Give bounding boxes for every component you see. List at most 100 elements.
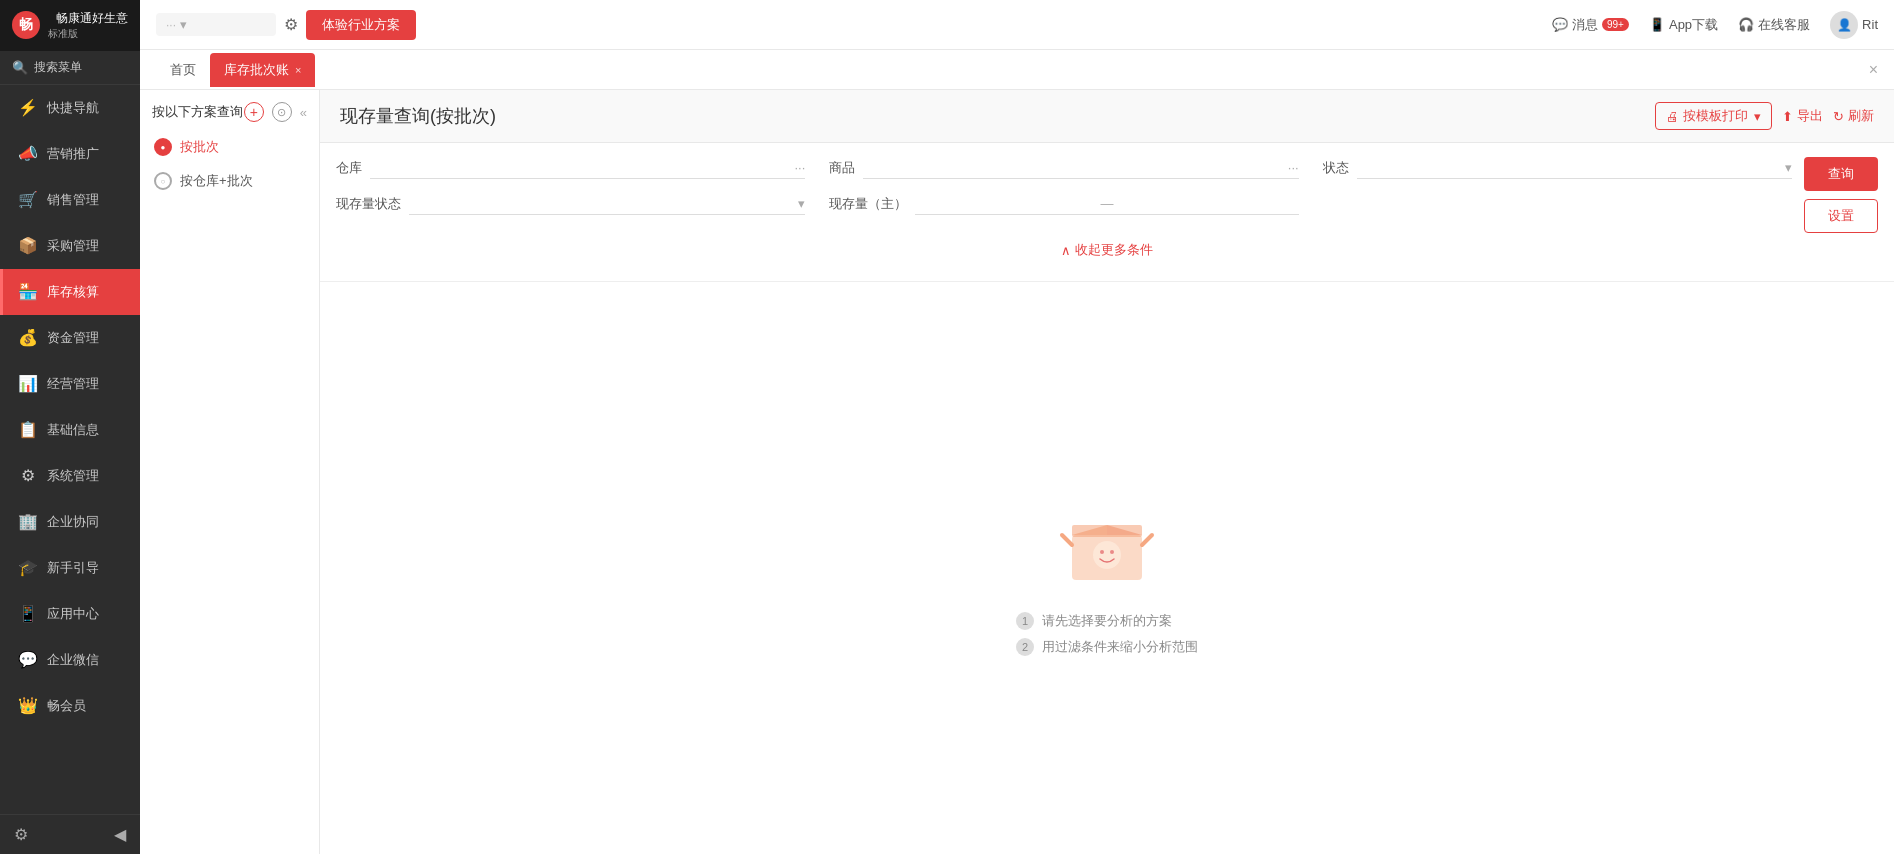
status-dropdown[interactable]: ▾ (1357, 157, 1792, 179)
sidebar-item-apps[interactable]: 📱 应用中心 (0, 591, 140, 637)
tab-home[interactable]: 首页 (156, 53, 210, 87)
sidebar-item-sales[interactable]: 🛒 销售管理 (0, 177, 140, 223)
quantity-from-input[interactable] (915, 196, 1094, 211)
sidebar-settings-btn[interactable]: ⚙ (14, 825, 28, 844)
sidebar-item-basics[interactable]: 📋 基础信息 (0, 407, 140, 453)
warehouse-input[interactable] (370, 160, 794, 175)
sidebar-item-quick-nav[interactable]: ⚡ 快捷导航 (0, 85, 140, 131)
topbar-right: 💬 消息 99+ 📱 App下载 🎧 在线客服 👤 Rit (1552, 11, 1878, 39)
messages-badge: 99+ (1602, 18, 1629, 31)
query-button[interactable]: 查询 (1804, 157, 1878, 191)
sidebar-bottom: ⚙ ◀ (0, 814, 140, 854)
sidebar-item-label: 基础信息 (47, 421, 99, 439)
sidebar-item-wechat[interactable]: 💬 企业微信 (0, 637, 140, 683)
sidebar-collapse-btn[interactable]: ◀ (114, 825, 126, 844)
topbar-gear-icon[interactable]: ⚙ (284, 15, 298, 34)
apps-icon: 📱 (17, 603, 39, 625)
page-container: 按以下方案查询 + ⊙ « ● 按批次 (140, 90, 1894, 854)
quantity-label: 现存量（主） (829, 195, 907, 213)
svg-point-6 (1110, 550, 1114, 554)
sidebar-item-operations[interactable]: 📊 经营管理 (0, 361, 140, 407)
refresh-button[interactable]: ↻ 刷新 (1833, 107, 1874, 125)
scheme-warehouse-batch[interactable]: ○ 按仓库+批次 (140, 164, 319, 198)
page-title-bar: 现存量查询(按批次) 🖨 按模板打印 ▾ ⬆ 导出 ↻ (320, 90, 1894, 143)
export-icon: ⬆ (1782, 109, 1793, 124)
sidebar-search-label: 搜索菜单 (34, 59, 82, 76)
sidebar-item-inventory[interactable]: 🏪 库存核算 (0, 269, 140, 315)
collapse-panel-button[interactable]: « (300, 105, 307, 120)
collapse-filter-button[interactable]: ∧ 收起更多条件 (336, 233, 1878, 267)
sidebar-item-label: 营销推广 (47, 145, 99, 163)
plus-icon: + (250, 104, 258, 120)
user-item[interactable]: 👤 Rit (1830, 11, 1878, 39)
quantity-dash: — (1101, 196, 1114, 211)
svg-line-7 (1062, 535, 1072, 545)
collapse-chevron-icon: ∧ (1061, 243, 1071, 258)
collapse-filter-label: 收起更多条件 (1075, 241, 1153, 259)
system-icon: ⚙ (17, 465, 39, 487)
scheme-batch-icon: ● (154, 138, 172, 156)
print-dropdown-icon[interactable]: ▾ (1754, 109, 1761, 124)
scheme-settings-button[interactable]: ⊙ (272, 102, 292, 122)
inventory-status-label: 现存量状态 (336, 195, 401, 213)
topbar-search-bar[interactable]: ··· ▾ (156, 13, 276, 36)
operations-icon: 📊 (17, 373, 39, 395)
search-placeholder: ··· (166, 18, 176, 32)
product-more-icon[interactable]: ··· (1288, 160, 1299, 175)
tip-2-text: 用过滤条件来缩小分析范围 (1042, 638, 1198, 656)
print-label: 按模板打印 (1683, 107, 1748, 125)
finance-icon: 💰 (17, 327, 39, 349)
quantity-to-input[interactable] (1120, 196, 1299, 211)
customer-service-item[interactable]: 🎧 在线客服 (1738, 16, 1810, 34)
tab-inventory-batch[interactable]: 库存批次账 × (210, 53, 315, 87)
enterprise-icon: 🏢 (17, 511, 39, 533)
user-name: Rit (1862, 17, 1878, 32)
sidebar-item-finance[interactable]: 💰 资金管理 (0, 315, 140, 361)
tip-1-text: 请先选择要分析的方案 (1042, 612, 1172, 630)
product-input[interactable] (863, 160, 1287, 175)
sidebar-item-label: 新手引导 (47, 559, 99, 577)
inventory-icon: 🏪 (17, 281, 39, 303)
warehouse-filter: 仓库 ··· (336, 157, 805, 179)
sidebar-item-label: 企业微信 (47, 651, 99, 669)
user-avatar-icon: 👤 (1837, 18, 1852, 32)
sidebar-search[interactable]: 🔍 搜索菜单 (0, 51, 140, 85)
sidebar-item-label: 应用中心 (47, 605, 99, 623)
tip-2-number: 2 (1016, 638, 1034, 656)
sidebar-item-label: 畅会员 (47, 697, 86, 715)
avatar: 👤 (1830, 11, 1858, 39)
export-button[interactable]: ⬆ 导出 (1782, 107, 1823, 125)
settings-icon: ⊙ (277, 106, 286, 119)
warehouse-more-icon[interactable]: ··· (794, 160, 805, 175)
refresh-label: 刷新 (1848, 107, 1874, 125)
app-download-item[interactable]: 📱 App下载 (1649, 16, 1718, 34)
empty-illustration (1047, 480, 1167, 600)
filter-settings-button[interactable]: 设置 (1804, 199, 1878, 233)
sidebar-item-enterprise[interactable]: 🏢 企业协同 (0, 499, 140, 545)
tab-close-icon[interactable]: × (295, 64, 301, 76)
sidebar-item-label: 销售管理 (47, 191, 99, 209)
empty-state: 1 请先选择要分析的方案 2 用过滤条件来缩小分析范围 (320, 282, 1894, 854)
sidebar-item-newbie[interactable]: 🎓 新手引导 (0, 545, 140, 591)
sales-icon: 🛒 (17, 189, 39, 211)
scheme-batch[interactable]: ● 按批次 (140, 130, 319, 164)
close-all-tabs-button[interactable]: × (1869, 61, 1878, 79)
print-button[interactable]: 🖨 按模板打印 ▾ (1655, 102, 1772, 130)
add-scheme-button[interactable]: + (244, 102, 264, 122)
sidebar-item-marketing[interactable]: 📣 营销推广 (0, 131, 140, 177)
sidebar-nav: ⚡ 快捷导航 📣 营销推广 🛒 销售管理 📦 采购管理 🏪 库存核算 💰 资金管… (0, 85, 140, 814)
messages-item[interactable]: 💬 消息 99+ (1552, 16, 1629, 34)
left-panel-title: 按以下方案查询 (152, 103, 243, 121)
page-title: 现存量查询(按批次) (340, 104, 496, 128)
sidebar-item-vip[interactable]: 👑 畅会员 (0, 683, 140, 729)
topbar-chevron-icon: ▾ (180, 17, 187, 32)
sidebar-item-system[interactable]: ⚙ 系统管理 (0, 453, 140, 499)
svg-point-4 (1093, 541, 1121, 569)
page-title-actions: 🖨 按模板打印 ▾ ⬆ 导出 ↻ 刷新 (1655, 102, 1874, 130)
sidebar-item-purchase[interactable]: 📦 采购管理 (0, 223, 140, 269)
sidebar-item-label: 采购管理 (47, 237, 99, 255)
experience-button[interactable]: 体验行业方案 (306, 10, 416, 40)
inventory-status-dropdown[interactable]: ▾ (409, 193, 805, 215)
left-panel-header: 按以下方案查询 + ⊙ « (140, 90, 319, 130)
sidebar-header: 畅 畅康通好生意 标准版 (0, 0, 140, 51)
